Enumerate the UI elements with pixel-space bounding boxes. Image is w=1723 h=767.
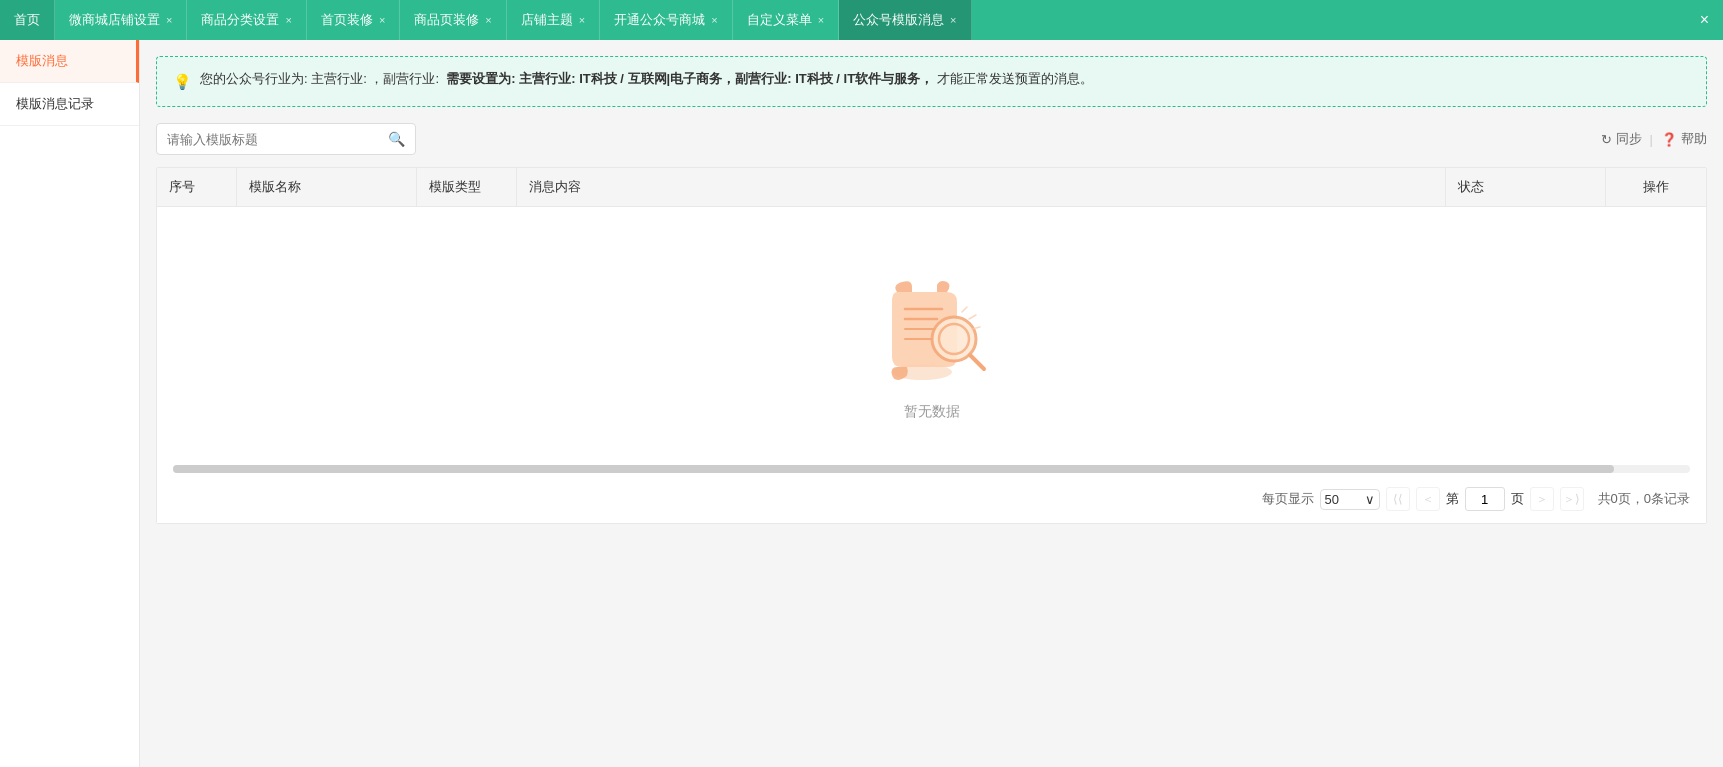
first-page-button[interactable]: ⟨⟨ xyxy=(1386,487,1410,511)
search-input-wrap[interactable]: 🔍 xyxy=(156,123,416,155)
sync-label: 同步 xyxy=(1616,130,1642,148)
svg-line-7 xyxy=(970,355,984,369)
nav-tab-label-product-category: 商品分类设置 xyxy=(201,11,279,29)
total-info: 共0页，0条记录 xyxy=(1598,490,1690,508)
nav-tab-label-home-decor: 首页装修 xyxy=(321,11,373,29)
nav-tab-store-theme[interactable]: 店铺主题 × xyxy=(507,0,600,40)
notice-highlight: 需要设置为: 主营行业: IT科技 / 互联网|电子商务，副营行业: IT科技 … xyxy=(446,71,933,86)
divider: | xyxy=(1650,132,1653,147)
help-button[interactable]: ❓ 帮助 xyxy=(1661,130,1707,148)
nav-tab-label-open-wechat: 开通公众号商城 xyxy=(614,11,705,29)
col-header-name: 模版名称 xyxy=(237,168,417,206)
page-unit: 页 xyxy=(1511,490,1524,508)
nav-tab-close-product-decor[interactable]: × xyxy=(485,14,491,26)
notice-prefix: 您的公众号行业为: 主营行业: ，副营行业: xyxy=(200,71,439,86)
search-bar: 🔍 ↻ 同步 | ❓ 帮助 xyxy=(156,123,1707,155)
notice-text: 您的公众号行业为: 主营行业: ，副营行业: 需要设置为: 主营行业: IT科技… xyxy=(200,69,1093,90)
data-table: 序号 模版名称 模版类型 消息内容 状态 操作 xyxy=(156,167,1707,524)
page-input[interactable] xyxy=(1465,487,1505,511)
last-page-button[interactable]: ＞⟩ xyxy=(1560,487,1584,511)
page-label: 第 xyxy=(1446,490,1459,508)
nav-tab-open-wechat[interactable]: 开通公众号商城 × xyxy=(600,0,732,40)
col-header-action: 操作 xyxy=(1606,168,1706,206)
nav-tab-close-open-wechat[interactable]: × xyxy=(711,14,717,26)
nav-tab-product-decor[interactable]: 商品页装修 × xyxy=(400,0,506,40)
main-layout: 模版消息模版消息记录 💡 您的公众号行业为: 主营行业: ，副营行业: 需要设置… xyxy=(0,40,1723,767)
sidebar-item-template-msg[interactable]: 模版消息 xyxy=(0,40,139,83)
nav-tab-close-store-settings[interactable]: × xyxy=(166,14,172,26)
empty-state: 暂无数据 xyxy=(157,207,1706,461)
nav-tab-home[interactable]: 首页 xyxy=(0,0,55,40)
search-icon[interactable]: 🔍 xyxy=(388,131,405,147)
nav-tab-custom-menu[interactable]: 自定义菜单 × xyxy=(733,0,839,40)
per-page-value: 50 xyxy=(1325,492,1339,507)
search-actions: ↻ 同步 | ❓ 帮助 xyxy=(1601,130,1707,148)
sidebar: 模版消息模版消息记录 xyxy=(0,40,140,767)
per-page-label: 每页显示 xyxy=(1262,490,1314,508)
search-input[interactable] xyxy=(167,132,388,147)
nav-tab-label-store-settings: 微商城店铺设置 xyxy=(69,11,160,29)
nav-tab-label-product-decor: 商品页装修 xyxy=(414,11,479,29)
empty-text: 暂无数据 xyxy=(904,403,960,421)
horizontal-scrollbar[interactable] xyxy=(173,465,1690,473)
nav-tab-label-home: 首页 xyxy=(14,11,40,29)
svg-line-8 xyxy=(962,307,967,312)
top-navigation: 首页微商城店铺设置×商品分类设置×首页装修×商品页装修×店铺主题×开通公众号商城… xyxy=(0,0,1723,40)
nav-tab-close-template-msg[interactable]: × xyxy=(950,14,956,26)
nav-tab-store-settings[interactable]: 微商城店铺设置 × xyxy=(55,0,187,40)
nav-tab-close-store-theme[interactable]: × xyxy=(579,14,585,26)
sync-button[interactable]: ↻ 同步 xyxy=(1601,130,1642,148)
nav-tab-close-home-decor[interactable]: × xyxy=(379,14,385,26)
nav-tab-home-decor[interactable]: 首页装修 × xyxy=(307,0,400,40)
sidebar-item-template-record[interactable]: 模版消息记录 xyxy=(0,83,139,126)
help-label: 帮助 xyxy=(1681,130,1707,148)
chevron-down-icon: ∨ xyxy=(1365,492,1375,507)
help-icon: ❓ xyxy=(1661,132,1677,147)
svg-line-9 xyxy=(969,315,976,319)
scrollbar-thumb xyxy=(173,465,1614,473)
col-header-status: 状态 xyxy=(1446,168,1606,206)
content-area: 💡 您的公众号行业为: 主营行业: ，副营行业: 需要设置为: 主营行业: IT… xyxy=(140,40,1723,767)
sync-icon: ↻ xyxy=(1601,132,1612,147)
nav-tab-template-msg[interactable]: 公众号模版消息 × xyxy=(839,0,971,40)
notice-suffix: 才能正常发送预置的消息。 xyxy=(937,71,1093,86)
table-header: 序号 模版名称 模版类型 消息内容 状态 操作 xyxy=(157,168,1706,207)
nav-tab-product-category[interactable]: 商品分类设置 × xyxy=(187,0,306,40)
notice-icon: 💡 xyxy=(173,70,192,94)
per-page-select[interactable]: 50 ∨ xyxy=(1320,489,1380,510)
prev-page-button[interactable]: ＜ xyxy=(1416,487,1440,511)
global-close-button[interactable]: × xyxy=(1686,11,1723,29)
notice-banner: 💡 您的公众号行业为: 主营行业: ，副营行业: 需要设置为: 主营行业: IT… xyxy=(156,56,1707,107)
nav-tab-label-store-theme: 店铺主题 xyxy=(521,11,573,29)
nav-tab-close-product-category[interactable]: × xyxy=(285,14,291,26)
col-header-content: 消息内容 xyxy=(517,168,1446,206)
col-header-type: 模版类型 xyxy=(417,168,517,206)
next-page-button[interactable]: ＞ xyxy=(1530,487,1554,511)
empty-illustration xyxy=(872,267,992,387)
nav-tab-label-template-msg: 公众号模版消息 xyxy=(853,11,944,29)
nav-tab-label-custom-menu: 自定义菜单 xyxy=(747,11,812,29)
pagination: 每页显示 50 ∨ ⟨⟨ ＜ 第 页 ＞ ＞⟩ 共0页，0条记录 xyxy=(157,477,1706,523)
nav-tab-close-custom-menu[interactable]: × xyxy=(818,14,824,26)
col-header-seq: 序号 xyxy=(157,168,237,206)
